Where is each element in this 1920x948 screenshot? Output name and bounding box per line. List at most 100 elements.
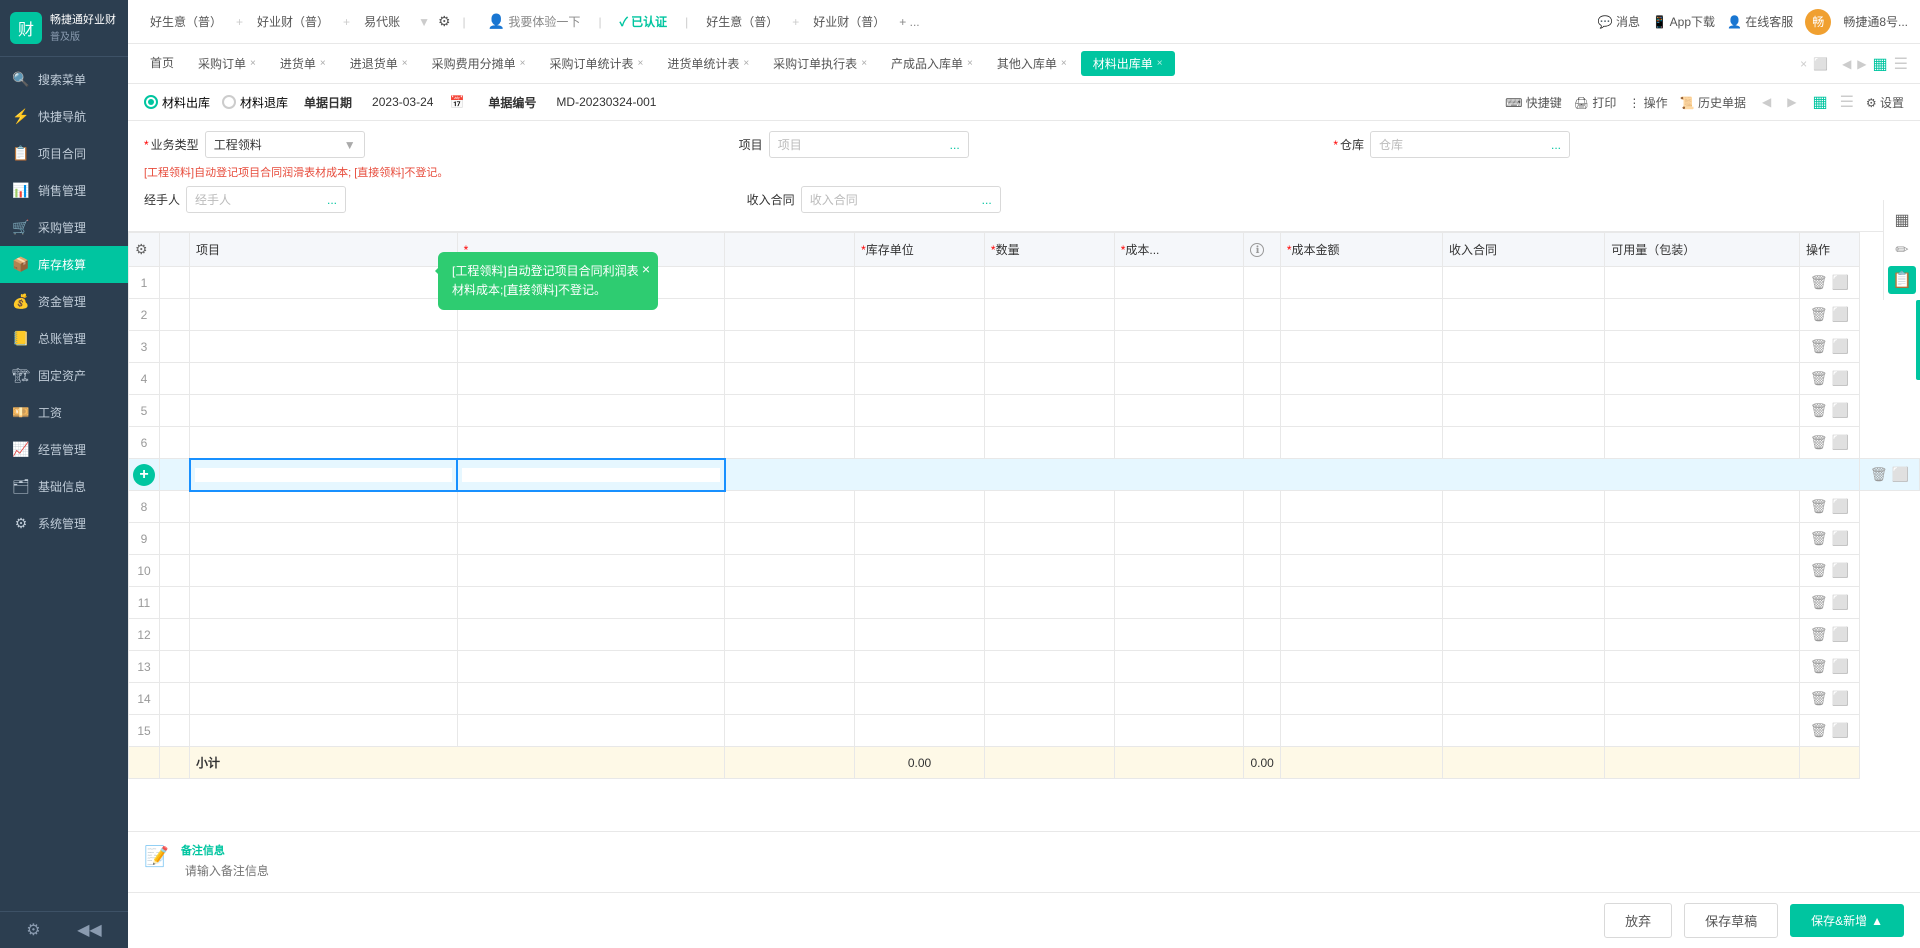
sidebar-item-assets[interactable]: 🏗 固定资产 [0,357,128,394]
sidebar-item-quicknav[interactable]: ⚡ 快捷导航 [0,98,128,135]
sidebar-item-search[interactable]: 🔍 搜索菜单 [0,61,128,98]
msg-btn[interactable]: 💬 消息 [1598,13,1640,30]
tab-material-out[interactable]: 材料出库单 × [1081,51,1175,76]
tab-purchase-stats[interactable]: 采购订单统计表 × [539,51,653,76]
delete-row-icon[interactable]: 🗑 [1810,658,1828,675]
copy-row-icon[interactable]: ⬜ [1832,370,1849,387]
tab-inbound-stats[interactable]: 进货单统计表 × [657,51,759,76]
delete-row-icon[interactable]: 🗑 [1810,562,1828,579]
delete-row-icon[interactable]: 🗑 [1810,306,1828,323]
delete-row-icon[interactable]: 🗑 [1810,434,1828,451]
ops-btn[interactable]: ⋮ 操作 [1628,94,1667,111]
delete-row-icon[interactable]: 🗑 [1810,690,1828,707]
biz-type-select[interactable]: 工程领料 ▼ [205,131,365,158]
delete-row-icon[interactable]: 🗑 [1810,402,1828,419]
sidebar-item-system[interactable]: ⚙ 系统管理 [0,505,128,542]
delete-row-icon[interactable]: 🗑 [1810,338,1828,355]
delete-row-icon[interactable]: 🗑 [1810,274,1828,291]
sidebar-item-inventory[interactable]: 📦 库存核算 [0,246,128,283]
copy-row-icon[interactable]: ⬜ [1832,722,1849,739]
copy-row-icon[interactable]: ⬜ [1832,530,1849,547]
shortcut-btn[interactable]: ⌨ 快捷键 [1505,94,1562,111]
copy-row-icon[interactable]: ⬜ [1832,658,1849,675]
close-purchase-order[interactable]: × [250,58,256,69]
th-settings[interactable]: ⚙ [129,233,160,267]
user-name[interactable]: 畅捷通8号... [1843,13,1908,30]
service-btn[interactable]: 👤 在线客服 [1727,13,1793,30]
delete-row-icon[interactable]: 🗑 [1810,594,1828,611]
copy-row-icon[interactable]: ⬜ [1832,434,1849,451]
copy-row-icon[interactable]: ⬜ [1832,338,1849,355]
sidebar-item-basic[interactable]: 🗂 基础信息 [0,468,128,505]
close-purchase-return[interactable]: × [402,58,408,69]
tab-finished-in[interactable]: 产成品入库单 × [881,51,983,76]
copy-row-icon[interactable]: ⬜ [1832,690,1849,707]
sidebar-item-ledger[interactable]: 📒 总账管理 [0,320,128,357]
copy-row-icon[interactable]: ⬜ [1832,274,1849,291]
close-purchase-stats[interactable]: × [637,58,643,69]
tab-purchase-return[interactable]: 进退货单 × [340,51,418,76]
tab-purchase-expense[interactable]: 采购费用分摊单 × [422,51,536,76]
close-material-out[interactable]: × [1157,58,1163,69]
handler-select[interactable]: 经手人 ... [186,186,346,213]
app-download-btn[interactable]: 📱 App下载 [1652,13,1715,30]
warehouse-ellipsis[interactable]: ... [1551,138,1561,152]
close-purchase-exec[interactable]: × [861,58,867,69]
print-btn[interactable]: 🖨 打印 [1574,94,1617,111]
copy-row-icon[interactable]: ⬜ [1832,306,1849,323]
copy-row-icon[interactable]: ⬜ [1832,626,1849,643]
right-action-icon[interactable]: 📋 [1888,266,1916,294]
copy-row-icon[interactable]: ⬜ [1832,498,1849,515]
save-new-button[interactable]: 保存&新增 ▲ [1790,904,1904,937]
remark-input[interactable] [181,860,344,882]
view-toggle-grid[interactable]: ▦ [1812,92,1827,112]
delete-row7-icon[interactable]: 🗑 [1870,466,1888,483]
delete-row-icon[interactable]: 🗑 [1810,370,1828,387]
project-select[interactable]: 项目 ... [769,131,969,158]
settings-bottom-icon[interactable]: ⚙ [26,920,40,940]
copy-row-icon[interactable]: ⬜ [1832,562,1849,579]
topbar-good-biz[interactable]: 好生意（普） [696,7,788,36]
discard-button[interactable]: 放弃 [1604,903,1672,938]
settings-btn[interactable]: ⚙ 设置 [1866,94,1904,111]
tab-purchase-exec[interactable]: 采购订单执行表 × [763,51,877,76]
tab-purchase-in[interactable]: 进货单 × [270,51,336,76]
income-contract-select[interactable]: 收入合同 ... [801,186,1001,213]
sidebar-item-purchase[interactable]: 🛒 采购管理 [0,209,128,246]
th-info-icon[interactable]: ℹ [1244,233,1280,267]
date-value[interactable]: 2023-03-24 [372,95,433,109]
radio-material-out[interactable]: 材料出库 [144,94,210,111]
history-btn[interactable]: 📜 历史单据 [1680,94,1746,111]
view-toggle-list[interactable]: ☰ [1840,92,1854,112]
billno-value[interactable]: MD-20230324-001 [556,95,656,109]
user-avatar[interactable]: 畅 [1805,9,1831,35]
income-contract-ellipsis[interactable]: ... [982,193,992,207]
add-row-button[interactable]: + [133,464,155,486]
copy-row-icon[interactable]: ⬜ [1832,402,1849,419]
add-row-input-1[interactable] [195,468,453,482]
add-row-input-2[interactable] [462,468,720,482]
handler-ellipsis[interactable]: ... [327,193,337,207]
topbar-brand-item-2[interactable]: 易代账 [354,7,410,36]
tooltip-close-btn[interactable]: × [642,258,650,280]
sidebar-item-project[interactable]: 📋 项目合同 [0,135,128,172]
tab-home[interactable]: 首页 [140,50,184,77]
save-draft-button[interactable]: 保存草稿 [1684,903,1778,938]
topbar-brand-item-0[interactable]: 好生意（普） [140,7,232,36]
right-edit-icon[interactable]: ✏ [1888,236,1916,264]
delete-row-icon[interactable]: 🗑 [1810,626,1828,643]
close-purchase-in[interactable]: × [320,58,326,69]
close-purchase-expense[interactable]: × [520,58,526,69]
copy-row7-icon[interactable]: ⬜ [1892,466,1909,483]
close-other-in[interactable]: × [1061,58,1067,69]
topbar-good-finance[interactable]: 好业财（普） [803,7,895,36]
tab-purchase-order[interactable]: 采购订单 × [188,51,266,76]
experience-btn[interactable]: 👤 我要体验一下 [478,7,591,36]
tab-other-in[interactable]: 其他入库单 × [987,51,1077,76]
close-finished-in[interactable]: × [967,58,973,69]
sidebar-item-finance[interactable]: 💰 资金管理 [0,283,128,320]
radio-material-return[interactable]: 材料退库 [222,94,288,111]
column-settings-icon[interactable]: ⚙ [135,241,148,257]
collapse-icon[interactable]: ◀◀ [77,920,102,940]
warehouse-select[interactable]: 仓库 ... [1370,131,1570,158]
